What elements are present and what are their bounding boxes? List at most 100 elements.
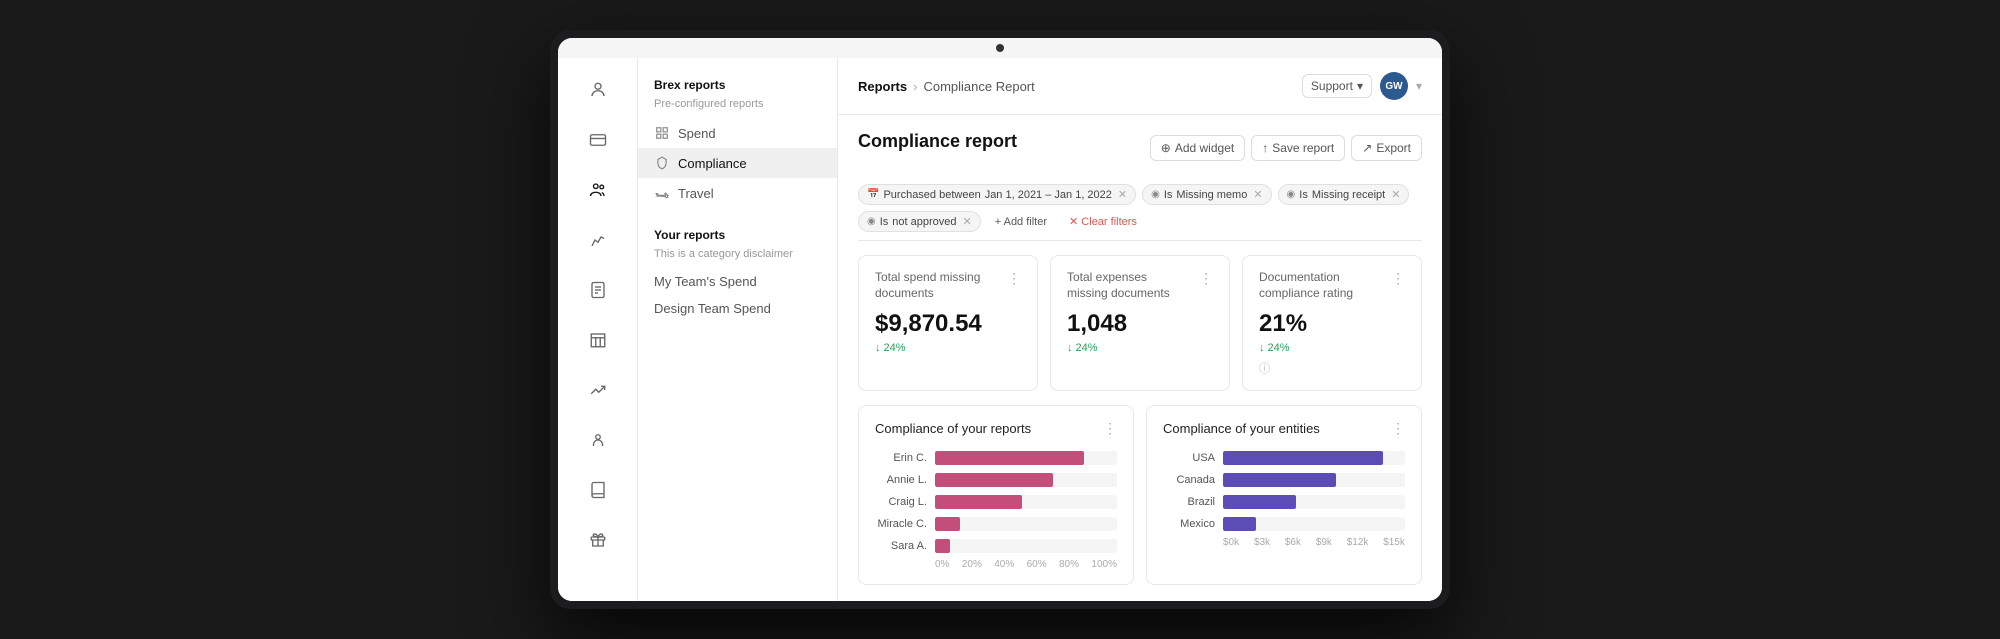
clear-filters-button[interactable]: ✕ Clear filters bbox=[1061, 212, 1145, 231]
chart-entities-menu[interactable]: ⋮ bbox=[1391, 420, 1405, 437]
metric-compliance-change: ↓ 24% bbox=[1259, 342, 1405, 354]
save-icon: ↑ bbox=[1262, 141, 1268, 155]
bar-fill-canada bbox=[1223, 473, 1336, 487]
report-icon[interactable] bbox=[582, 274, 614, 306]
filter-memo-value: Missing memo bbox=[1176, 189, 1247, 201]
bar-track-mexico bbox=[1223, 517, 1405, 531]
metric-expenses-menu[interactable]: ⋮ bbox=[1199, 270, 1213, 287]
bar-track-usa bbox=[1223, 451, 1405, 465]
compliance-change-pct: 24% bbox=[1268, 342, 1290, 354]
filter-approved-icon: ◉ bbox=[867, 216, 876, 227]
nav-spend[interactable]: Spend bbox=[638, 118, 837, 148]
content-area: Compliance report ⊕ Add widget ↑ Save re… bbox=[838, 115, 1442, 600]
chart-entities-title: Compliance of your entities bbox=[1163, 421, 1320, 436]
bar-fill-craig bbox=[935, 495, 1022, 509]
bar-fill-usa bbox=[1223, 451, 1383, 465]
bar-fill-sara bbox=[935, 539, 950, 553]
gift-icon[interactable] bbox=[582, 524, 614, 556]
metric-spend-menu[interactable]: ⋮ bbox=[1007, 270, 1021, 287]
nav-travel-label: Travel bbox=[678, 186, 714, 201]
trend-icon[interactable] bbox=[582, 374, 614, 406]
camera-dot bbox=[996, 44, 1004, 52]
plus-icon: ⊕ bbox=[1161, 141, 1171, 155]
ex-label-15k: $15k bbox=[1383, 537, 1405, 548]
bar-row-miracle: Miracle C. bbox=[875, 517, 1117, 531]
nav-design-team-spend[interactable]: Design Team Spend bbox=[638, 295, 837, 322]
bar-track-canada bbox=[1223, 473, 1405, 487]
brex-reports-sub: Pre-configured reports bbox=[638, 96, 837, 118]
filter-approved-remove[interactable]: ✕ bbox=[963, 215, 972, 228]
bar-row-sara: Sara A. bbox=[875, 539, 1117, 553]
metric-spend-title: Total spend missing documents bbox=[875, 270, 992, 301]
chart-card-reports: Compliance of your reports ⋮ Erin C. bbox=[858, 405, 1134, 585]
nav-spend-label: Spend bbox=[678, 126, 716, 141]
filter-chip-date[interactable]: 📅 Purchased between Jan 1, 2021 – Jan 1,… bbox=[858, 184, 1136, 205]
nav-my-team-spend[interactable]: My Team's Spend bbox=[638, 268, 837, 295]
avatar[interactable]: GW bbox=[1380, 72, 1408, 100]
building-icon[interactable] bbox=[582, 324, 614, 356]
metric-card-expenses: Total expenses missing documents ⋮ 1,048… bbox=[1050, 255, 1230, 390]
content-header: Compliance report ⊕ Add widget ↑ Save re… bbox=[858, 131, 1422, 164]
x-label-0: 0% bbox=[935, 559, 949, 570]
filter-receipt-label: Is bbox=[1299, 189, 1308, 201]
chart-icon[interactable] bbox=[582, 224, 614, 256]
toolbar-actions: ⊕ Add widget ↑ Save report ↗ Export bbox=[1150, 135, 1422, 161]
spend-change-arrow: ↓ bbox=[875, 342, 881, 354]
filter-chip-approved[interactable]: ◉ Is not approved ✕ bbox=[858, 211, 981, 232]
bar-row-usa: USA bbox=[1163, 451, 1405, 465]
people-icon[interactable] bbox=[582, 174, 614, 206]
filter-date-label: Purchased between bbox=[883, 189, 980, 201]
x-label-20: 20% bbox=[962, 559, 982, 570]
metric-expenses-value: 1,048 bbox=[1067, 310, 1213, 338]
filter-approved-label: Is bbox=[880, 216, 889, 228]
header-actions: Support ▾ GW ▾ bbox=[1302, 72, 1422, 100]
filter-chip-memo[interactable]: ◉ Is Missing memo ✕ bbox=[1142, 184, 1271, 205]
export-button[interactable]: ↗ Export bbox=[1351, 135, 1422, 161]
device-screen: Brex reports Pre-configured reports Spen… bbox=[558, 38, 1442, 600]
bar-label-miracle: Miracle C. bbox=[875, 518, 927, 530]
brex-reports-title: Brex reports bbox=[638, 74, 837, 96]
device-frame: Brex reports Pre-configured reports Spen… bbox=[550, 30, 1450, 608]
person-icon[interactable] bbox=[582, 74, 614, 106]
metric-compliance-menu[interactable]: ⋮ bbox=[1391, 270, 1405, 287]
filter-receipt-remove[interactable]: ✕ bbox=[1391, 188, 1400, 201]
bar-label-usa: USA bbox=[1163, 452, 1215, 464]
your-reports-title: Your reports bbox=[638, 224, 837, 246]
bar-row-craig: Craig L. bbox=[875, 495, 1117, 509]
support-label: Support bbox=[1311, 79, 1353, 93]
breadcrumb-reports[interactable]: Reports bbox=[858, 79, 907, 94]
bar-label-canada: Canada bbox=[1163, 474, 1215, 486]
nav-travel[interactable]: Travel bbox=[638, 178, 837, 208]
nav-compliance[interactable]: Compliance bbox=[638, 148, 837, 178]
bar-track-miracle bbox=[935, 517, 1117, 531]
ex-label-6k: $6k bbox=[1285, 537, 1301, 548]
filter-date-remove[interactable]: ✕ bbox=[1118, 188, 1127, 201]
bar-fill-erin bbox=[935, 451, 1084, 465]
bar-label-mexico: Mexico bbox=[1163, 518, 1215, 530]
ex-label-3k: $3k bbox=[1254, 537, 1270, 548]
save-report-button[interactable]: ↑ Save report bbox=[1251, 135, 1345, 161]
ex-label-9k: $9k bbox=[1316, 537, 1332, 548]
x-label-100: 100% bbox=[1091, 559, 1117, 570]
filters-bar: 📅 Purchased between Jan 1, 2021 – Jan 1,… bbox=[858, 176, 1422, 241]
spend-change-pct: 24% bbox=[884, 342, 906, 354]
book-icon[interactable] bbox=[582, 474, 614, 506]
card-icon[interactable] bbox=[582, 124, 614, 156]
metric-compliance-value: 21% bbox=[1259, 310, 1405, 338]
add-widget-button[interactable]: ⊕ Add widget bbox=[1150, 135, 1245, 161]
chevron-down-icon: ▾ bbox=[1357, 79, 1363, 93]
support-button[interactable]: Support ▾ bbox=[1302, 74, 1372, 98]
metrics-row: Total spend missing documents ⋮ $9,870.5… bbox=[858, 255, 1422, 390]
metric-spend-header: Total spend missing documents ⋮ bbox=[875, 270, 1021, 301]
metric-card-spend: Total spend missing documents ⋮ $9,870.5… bbox=[858, 255, 1038, 390]
info-icon[interactable]: ⓘ bbox=[1259, 360, 1405, 376]
team-icon[interactable] bbox=[582, 424, 614, 456]
add-filter-button[interactable]: + Add filter bbox=[987, 213, 1055, 231]
metric-expenses-title: Total expenses missing documents bbox=[1067, 270, 1184, 301]
calendar-icon: 📅 bbox=[867, 189, 879, 200]
chart-reports-menu[interactable]: ⋮ bbox=[1103, 420, 1117, 437]
filter-memo-remove[interactable]: ✕ bbox=[1253, 188, 1262, 201]
filter-chip-receipt[interactable]: ◉ Is Missing receipt ✕ bbox=[1278, 184, 1410, 205]
chart-reports-header: Compliance of your reports ⋮ bbox=[875, 420, 1117, 437]
metric-compliance-header: Documentation compliance rating ⋮ bbox=[1259, 270, 1405, 301]
